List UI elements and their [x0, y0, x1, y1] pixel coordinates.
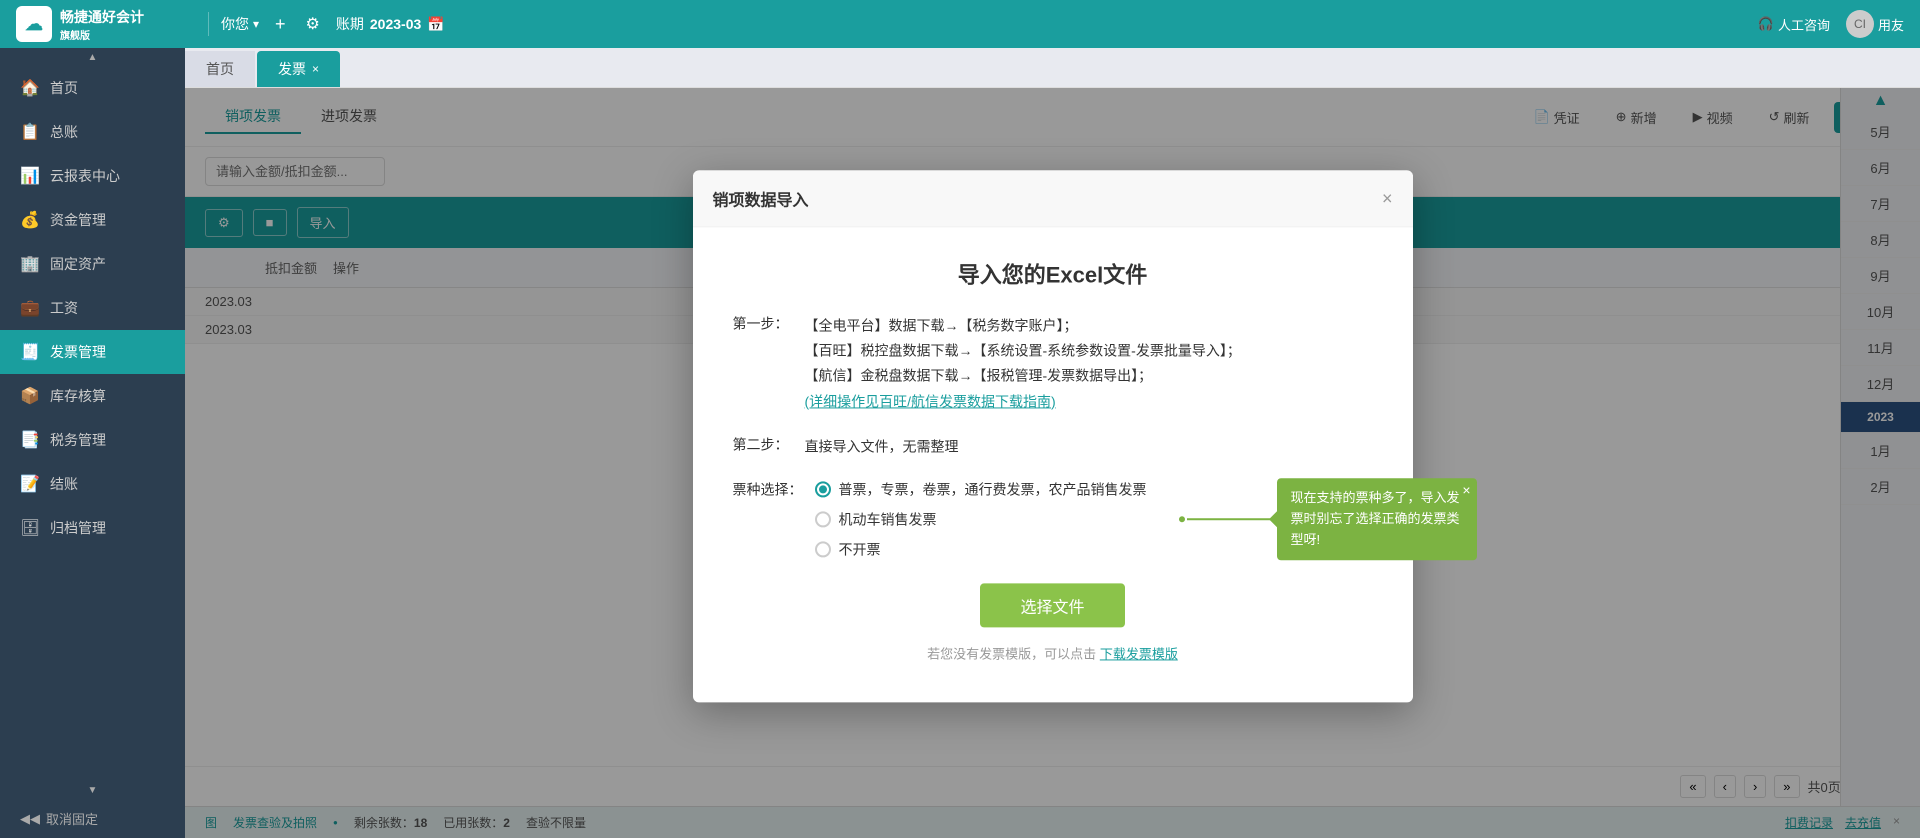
- add-button[interactable]: +: [271, 10, 290, 39]
- step-1: 第一步： 【全电平台】数据下载→【税务数字账户】； 【百旺】税控盘数据下载→【系…: [733, 313, 1373, 414]
- sidebar-label-payroll: 工资: [50, 298, 78, 318]
- step1-label: 第一步：: [733, 313, 793, 414]
- invoice-icon: 🧾: [20, 342, 40, 362]
- step1-link: (详细操作见百旺/航信发票数据下载指南): [805, 389, 1241, 414]
- sidebar-label-finance: 资金管理: [50, 210, 106, 230]
- ticket-select-label: 票种选择：: [733, 479, 803, 499]
- report-icon: 📊: [20, 166, 40, 186]
- close-period-icon: 📝: [20, 474, 40, 494]
- headset-icon: 🎧: [1758, 16, 1774, 32]
- finance-icon: 💰: [20, 210, 40, 230]
- radio-motor-circle: [815, 511, 831, 527]
- sidebar-label-home: 首页: [50, 78, 78, 98]
- sidebar-item-inventory[interactable]: 📦 库存核算: [0, 374, 185, 418]
- assets-icon: 🏢: [20, 254, 40, 274]
- settings-button[interactable]: ⚙: [302, 10, 324, 38]
- user-menu[interactable]: CI 用友: [1846, 10, 1904, 38]
- tooltip-dot: [1177, 514, 1187, 524]
- tab-home[interactable]: 首页: [185, 51, 255, 87]
- calendar-icon: 📅: [427, 16, 444, 33]
- modal-body: 导入您的Excel文件 第一步： 【全电平台】数据下载→【税务数字账户】； 【百…: [693, 227, 1413, 702]
- radio-group: 普票，专票，卷票，通行费发票，农产品销售发票 机动车销售发票: [815, 479, 1147, 559]
- sidebar-item-archive[interactable]: 🗄 归档管理: [0, 506, 185, 550]
- step2-content: 直接导入文件，无需整理: [805, 434, 959, 459]
- sidebar-item-invoice[interactable]: 🧾 发票管理: [0, 330, 185, 374]
- ledger-icon: 📋: [20, 122, 40, 142]
- tax-icon: 📑: [20, 430, 40, 450]
- modal-close-btn[interactable]: ×: [1382, 189, 1393, 207]
- sidebar-item-report[interactable]: 📊 云报表中心: [0, 154, 185, 198]
- modal-big-title: 导入您的Excel文件: [733, 257, 1373, 289]
- tab-close-icon[interactable]: ×: [312, 62, 319, 76]
- radio-normal-circle: [815, 481, 831, 497]
- sidebar-item-ledger[interactable]: 📋 总账: [0, 110, 185, 154]
- step1-line-3: 【航信】金税盘数据下载→【报税管理-发票数据导出】；: [805, 364, 1241, 389]
- sidebar-label-report: 云报表中心: [50, 166, 120, 186]
- template-link-area: 若您没有发票模版，可以点击 下载发票模版: [733, 643, 1373, 662]
- modal-title: 销项数据导入: [713, 186, 809, 210]
- step1-content: 【全电平台】数据下载→【税务数字账户】； 【百旺】税控盘数据下载→【系统设置-系…: [805, 313, 1241, 414]
- download-template-link[interactable]: 下载发票模版: [1100, 646, 1178, 661]
- inventory-icon: 📦: [20, 386, 40, 406]
- support-btn[interactable]: 🎧 人工咨询: [1758, 15, 1830, 34]
- sidebar-item-finance[interactable]: 💰 资金管理: [0, 198, 185, 242]
- step2-label: 第二步：: [733, 434, 793, 459]
- tab-bar: 首页 发票 ×: [185, 48, 1920, 88]
- guide-link[interactable]: (详细操作见百旺/航信发票数据下载指南): [805, 393, 1056, 409]
- sidebar-label-ledger: 总账: [50, 122, 78, 142]
- sidebar-label-assets: 固定资产: [50, 254, 106, 274]
- sidebar-label-invoice: 发票管理: [50, 342, 106, 362]
- logo-icon: ☁: [16, 6, 52, 42]
- radio-motor[interactable]: 机动车销售发票 × 现在支持的票种多了，导入发票时别忘了选择正确的发票类型呀!: [815, 509, 1147, 529]
- sidebar-item-payroll[interactable]: 💼 工资: [0, 286, 185, 330]
- step1-line-2: 【百旺】税控盘数据下载→【系统设置-系统参数设置-发票批量导入】；: [805, 339, 1241, 364]
- sidebar-label-tax: 税务管理: [50, 430, 106, 450]
- sidebar-item-assets[interactable]: 🏢 固定资产: [0, 242, 185, 286]
- company-dropdown[interactable]: 你您 ▾: [221, 14, 259, 34]
- logo-text: 畅捷通好会计 旗舰版: [60, 7, 144, 42]
- radio-none[interactable]: 不开票: [815, 539, 1147, 559]
- sidebar-item-close[interactable]: 📝 结账: [0, 462, 185, 506]
- inner-content: 销项发票 进项发票 📄 凭证 ⊕ 新增 ▶: [185, 88, 1920, 838]
- sidebar: ▲ 🏠 首页 📋 总账 📊 云报表中心 💰 资金管理 🏢 固定资产 💼 工资 🧾…: [0, 48, 185, 838]
- sidebar-scroll-down[interactable]: ▼: [0, 781, 185, 799]
- modal-header: 销项数据导入 ×: [693, 170, 1413, 227]
- content-area: 首页 发票 × 销项发票 进项发票 📄 凭证: [185, 48, 1920, 838]
- sidebar-item-tax[interactable]: 📑 税务管理: [0, 418, 185, 462]
- tooltip-line: [1187, 518, 1277, 520]
- step1-line-1: 【全电平台】数据下载→【税务数字账户】；: [805, 313, 1241, 338]
- radio-normal[interactable]: 普票，专票，卷票，通行费发票，农产品销售发票: [815, 479, 1147, 499]
- sidebar-label-close: 结账: [50, 474, 78, 494]
- payroll-icon: 💼: [20, 298, 40, 318]
- divider: [208, 12, 209, 36]
- radio-none-circle: [815, 541, 831, 557]
- sidebar-label-archive: 归档管理: [50, 518, 106, 538]
- period-display: 账期 2023-03 📅: [336, 14, 445, 34]
- top-bar: ☁ 畅捷通好会计 旗舰版 你您 ▾ + ⚙ 账期 2023-03 📅 🎧 人工咨…: [0, 0, 1920, 48]
- ticket-select: 票种选择： 普票，专票，卷票，通行费发票，农产品销售发票 机动车销售发票: [733, 479, 1373, 559]
- main-layout: ▲ 🏠 首页 📋 总账 📊 云报表中心 💰 资金管理 🏢 固定资产 💼 工资 🧾…: [0, 48, 1920, 838]
- avatar: CI: [1846, 10, 1874, 38]
- sidebar-scroll-up[interactable]: ▲: [0, 48, 185, 66]
- import-modal: 销项数据导入 × 导入您的Excel文件 第一步： 【全电平台】数据下载→【税务…: [693, 170, 1413, 702]
- select-file-btn[interactable]: 选择文件: [980, 583, 1124, 627]
- pin-icon: ◀◀: [20, 811, 40, 827]
- archive-icon: 🗄: [20, 518, 40, 538]
- sidebar-item-home[interactable]: 🏠 首页: [0, 66, 185, 110]
- tab-invoice[interactable]: 发票 ×: [257, 51, 340, 87]
- cancel-pin-btn[interactable]: ◀◀ 取消固定: [0, 799, 185, 838]
- step-2: 第二步： 直接导入文件，无需整理: [733, 434, 1373, 459]
- dropdown-arrow-icon: ▾: [253, 17, 259, 31]
- sidebar-label-inventory: 库存核算: [50, 386, 106, 406]
- logo: ☁ 畅捷通好会计 旗舰版: [16, 6, 196, 42]
- top-right-area: 🎧 人工咨询 CI 用友: [1758, 10, 1904, 38]
- home-icon: 🏠: [20, 78, 40, 98]
